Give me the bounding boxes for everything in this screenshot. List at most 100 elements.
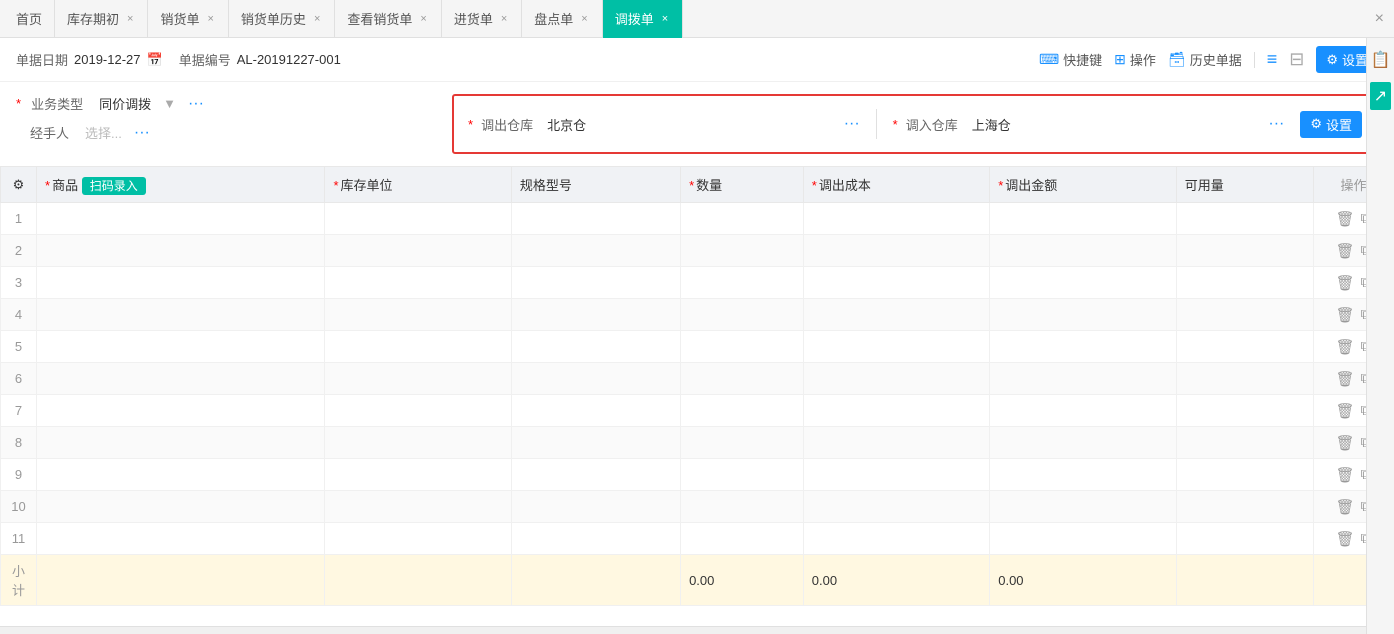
row-7-unit[interactable] bbox=[325, 395, 511, 427]
tab-sales-history-close[interactable]: × bbox=[312, 12, 322, 26]
row-1-cost[interactable] bbox=[803, 203, 989, 235]
row-10-unit[interactable] bbox=[325, 491, 511, 523]
row-10-qty[interactable] bbox=[681, 491, 804, 523]
business-type-more-icon[interactable]: ··· bbox=[188, 95, 204, 113]
row-7-spec[interactable] bbox=[511, 395, 680, 427]
row-11-amount[interactable] bbox=[990, 523, 1176, 555]
delete-icon-5[interactable]: 🗑 bbox=[1336, 338, 1355, 356]
row-5-available[interactable] bbox=[1176, 331, 1313, 363]
row-11-qty[interactable] bbox=[681, 523, 804, 555]
row-2-qty[interactable] bbox=[681, 235, 804, 267]
tab-inventory-init-close[interactable]: × bbox=[125, 12, 135, 26]
row-1-unit[interactable] bbox=[325, 203, 511, 235]
row-2-spec[interactable] bbox=[511, 235, 680, 267]
tab-sales-order-close[interactable]: × bbox=[205, 12, 215, 26]
row-3-amount[interactable] bbox=[990, 267, 1176, 299]
window-close-btn[interactable]: × bbox=[1375, 10, 1384, 28]
row-2-available[interactable] bbox=[1176, 235, 1313, 267]
scan-entry-btn[interactable]: 扫码录入 bbox=[82, 177, 146, 195]
settings-panel-btn[interactable]: ⚙ 设置 bbox=[1300, 111, 1362, 138]
row-8-amount[interactable] bbox=[990, 427, 1176, 459]
row-3-unit[interactable] bbox=[325, 267, 511, 299]
row-1-product[interactable] bbox=[37, 203, 325, 235]
row-9-product[interactable] bbox=[37, 459, 325, 491]
row-6-cost[interactable] bbox=[803, 363, 989, 395]
row-5-qty[interactable] bbox=[681, 331, 804, 363]
delete-icon-6[interactable]: 🗑 bbox=[1336, 370, 1355, 388]
row-6-spec[interactable] bbox=[511, 363, 680, 395]
row-10-spec[interactable] bbox=[511, 491, 680, 523]
row-11-available[interactable] bbox=[1176, 523, 1313, 555]
delete-icon-10[interactable]: 🗑 bbox=[1336, 498, 1355, 516]
row-10-amount[interactable] bbox=[990, 491, 1176, 523]
row-8-available[interactable] bbox=[1176, 427, 1313, 459]
row-8-product[interactable] bbox=[37, 427, 325, 459]
history-btn[interactable]: 🗃 历史单据 bbox=[1168, 50, 1242, 69]
row-11-cost[interactable] bbox=[803, 523, 989, 555]
col-gear[interactable]: ⚙ bbox=[1, 167, 37, 203]
row-3-product[interactable] bbox=[37, 267, 325, 299]
row-8-unit[interactable] bbox=[325, 427, 511, 459]
horizontal-scrollbar[interactable] bbox=[0, 626, 1394, 634]
row-4-spec[interactable] bbox=[511, 299, 680, 331]
row-4-available[interactable] bbox=[1176, 299, 1313, 331]
delete-icon-8[interactable]: 🗑 bbox=[1336, 434, 1355, 452]
row-1-amount[interactable] bbox=[990, 203, 1176, 235]
row-6-unit[interactable] bbox=[325, 363, 511, 395]
row-8-qty[interactable] bbox=[681, 427, 804, 459]
tab-purchase-order-close[interactable]: × bbox=[499, 12, 509, 26]
row-9-cost[interactable] bbox=[803, 459, 989, 491]
row-10-available[interactable] bbox=[1176, 491, 1313, 523]
tab-sales-order[interactable]: 销货单 × bbox=[148, 0, 228, 38]
row-4-qty[interactable] bbox=[681, 299, 804, 331]
row-3-available[interactable] bbox=[1176, 267, 1313, 299]
tab-purchase-order[interactable]: 进货单 × bbox=[442, 0, 522, 38]
row-6-product[interactable] bbox=[37, 363, 325, 395]
row-7-qty[interactable] bbox=[681, 395, 804, 427]
row-5-unit[interactable] bbox=[325, 331, 511, 363]
layout-icon-list[interactable]: ≡ bbox=[1267, 49, 1278, 70]
handler-placeholder[interactable]: 选择... bbox=[85, 123, 122, 142]
row-1-spec[interactable] bbox=[511, 203, 680, 235]
tab-inventory-check[interactable]: 盘点单 × bbox=[522, 0, 602, 38]
row-9-unit[interactable] bbox=[325, 459, 511, 491]
row-2-cost[interactable] bbox=[803, 235, 989, 267]
delete-icon-3[interactable]: 🗑 bbox=[1336, 274, 1355, 292]
tab-transfer-order[interactable]: 调拨单 × bbox=[603, 0, 683, 38]
warehouse-in-value[interactable]: 上海仓 bbox=[972, 115, 1011, 134]
column-settings-icon[interactable]: ⚙ bbox=[13, 177, 25, 192]
sidebar-doc-icon[interactable]: 📋 bbox=[1367, 46, 1394, 74]
row-11-unit[interactable] bbox=[325, 523, 511, 555]
shortcut-btn[interactable]: ⌨ 快捷键 bbox=[1039, 50, 1102, 69]
row-2-product[interactable] bbox=[37, 235, 325, 267]
tab-sales-history[interactable]: 销货单历史 × bbox=[229, 0, 335, 38]
delete-icon-4[interactable]: 🗑 bbox=[1336, 306, 1355, 324]
business-type-dropdown-icon[interactable]: ▼ bbox=[163, 96, 176, 111]
row-2-unit[interactable] bbox=[325, 235, 511, 267]
row-7-amount[interactable] bbox=[990, 395, 1176, 427]
business-type-value[interactable]: 同价调拨 bbox=[99, 94, 151, 113]
row-4-cost[interactable] bbox=[803, 299, 989, 331]
row-10-product[interactable] bbox=[37, 491, 325, 523]
row-3-cost[interactable] bbox=[803, 267, 989, 299]
tab-home[interactable]: 首页 bbox=[4, 0, 55, 38]
row-9-available[interactable] bbox=[1176, 459, 1313, 491]
row-9-spec[interactable] bbox=[511, 459, 680, 491]
delete-icon-2[interactable]: 🗑 bbox=[1336, 242, 1355, 260]
row-4-product[interactable] bbox=[37, 299, 325, 331]
calendar-icon[interactable]: 📅 bbox=[147, 52, 163, 68]
row-11-product[interactable] bbox=[37, 523, 325, 555]
operations-btn[interactable]: ⊞ 操作 bbox=[1114, 50, 1156, 69]
delete-icon-9[interactable]: 🗑 bbox=[1336, 466, 1355, 484]
row-6-qty[interactable] bbox=[681, 363, 804, 395]
delete-icon-11[interactable]: 🗑 bbox=[1336, 530, 1355, 548]
row-7-available[interactable] bbox=[1176, 395, 1313, 427]
row-10-cost[interactable] bbox=[803, 491, 989, 523]
tab-inventory-check-close[interactable]: × bbox=[579, 12, 589, 26]
tab-transfer-order-close[interactable]: × bbox=[660, 12, 670, 26]
row-5-cost[interactable] bbox=[803, 331, 989, 363]
warehouse-in-more-icon[interactable]: ··· bbox=[1268, 115, 1284, 133]
row-7-cost[interactable] bbox=[803, 395, 989, 427]
delete-icon-7[interactable]: 🗑 bbox=[1336, 402, 1355, 420]
warehouse-out-more-icon[interactable]: ··· bbox=[844, 115, 860, 133]
